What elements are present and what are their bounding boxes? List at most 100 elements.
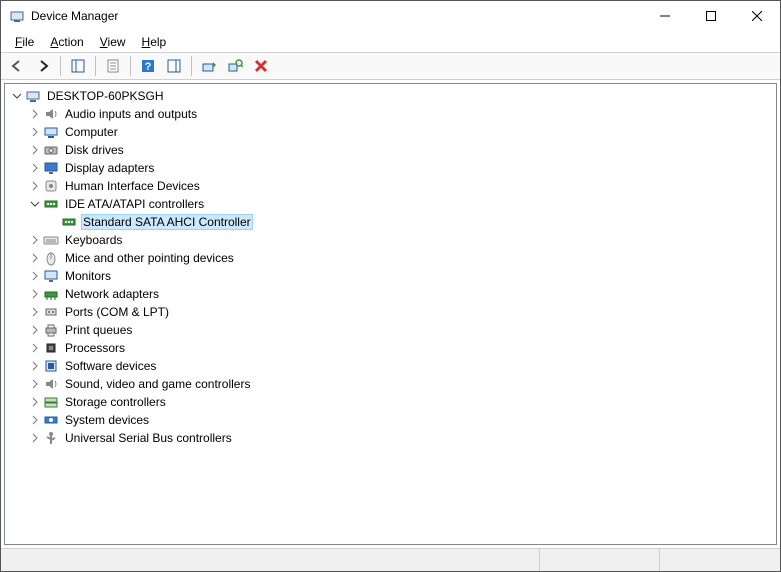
tree-node[interactable]: Software devices: [5, 357, 776, 375]
tree-expand-icon[interactable]: [27, 106, 43, 122]
computer-icon: [25, 88, 41, 104]
mouse-icon: [43, 250, 59, 266]
close-button[interactable]: [734, 1, 780, 31]
tree-expand-icon[interactable]: [27, 268, 43, 284]
tree-node[interactable]: Monitors: [5, 267, 776, 285]
toolbar: ?: [1, 52, 780, 80]
tree-node[interactable]: Storage controllers: [5, 393, 776, 411]
tree-collapse-icon[interactable]: [9, 88, 25, 104]
cpu-icon: [43, 340, 59, 356]
tree-node[interactable]: Keyboards: [5, 231, 776, 249]
network-icon: [43, 286, 59, 302]
tree-expand-icon[interactable]: [27, 160, 43, 176]
toolbar-forward-button[interactable]: [31, 54, 55, 78]
tree-expand-icon[interactable]: [27, 340, 43, 356]
tree-node-label: Human Interface Devices: [63, 179, 202, 193]
usb-icon: [43, 430, 59, 446]
tree-node[interactable]: System devices: [5, 411, 776, 429]
tree-expand-icon[interactable]: [27, 376, 43, 392]
tree-expand-icon[interactable]: [27, 304, 43, 320]
tree-node[interactable]: IDE ATA/ATAPI controllers: [5, 195, 776, 213]
tree-node-label: Disk drives: [63, 143, 126, 157]
tree-node-label: Software devices: [63, 359, 158, 373]
tree-node[interactable]: Universal Serial Bus controllers: [5, 429, 776, 447]
monitor-icon: [43, 268, 59, 284]
tree-expand-icon[interactable]: [27, 142, 43, 158]
tree-node-label: Keyboards: [63, 233, 124, 247]
tree-node-label: Sound, video and game controllers: [63, 377, 252, 391]
tree-node-label: System devices: [63, 413, 151, 427]
tree-expand-icon[interactable]: [27, 358, 43, 374]
computer-icon: [43, 124, 59, 140]
tree-node[interactable]: Sound, video and game controllers: [5, 375, 776, 393]
hid-icon: [43, 178, 59, 194]
tree-node-label: Display adapters: [63, 161, 156, 175]
ide-icon: [43, 196, 59, 212]
toolbar-uninstall-button[interactable]: [249, 54, 273, 78]
titlebar: Device Manager: [1, 1, 780, 31]
tree-expand-icon[interactable]: [27, 178, 43, 194]
svg-text:?: ?: [145, 61, 152, 73]
menu-view[interactable]: View: [92, 33, 134, 51]
tree-node[interactable]: Human Interface Devices: [5, 177, 776, 195]
maximize-button[interactable]: [688, 1, 734, 31]
tree-node[interactable]: DESKTOP-60PKSGH: [5, 87, 776, 105]
tree-node[interactable]: Disk drives: [5, 141, 776, 159]
tree-node-label: IDE ATA/ATAPI controllers: [63, 197, 206, 211]
tree-node-label: Ports (COM & LPT): [63, 305, 171, 319]
tree-node[interactable]: Audio inputs and outputs: [5, 105, 776, 123]
tree-expand-icon[interactable]: [27, 322, 43, 338]
tree-node[interactable]: Print queues: [5, 321, 776, 339]
sound-icon: [43, 376, 59, 392]
window-title: Device Manager: [31, 9, 642, 23]
display-icon: [43, 160, 59, 176]
tree-node[interactable]: Ports (COM & LPT): [5, 303, 776, 321]
device-tree[interactable]: DESKTOP-60PKSGH Audio inputs and outputs C…: [4, 83, 777, 545]
menu-help[interactable]: Help: [134, 33, 175, 51]
tree-expand-icon[interactable]: [27, 430, 43, 446]
menu-action[interactable]: Action: [42, 33, 91, 51]
tree-node-label: Audio inputs and outputs: [63, 107, 199, 121]
tree-node-label: Network adapters: [63, 287, 161, 301]
tree-node-label: Universal Serial Bus controllers: [63, 431, 234, 445]
tree-expand-icon[interactable]: [27, 232, 43, 248]
tree-node-label: Computer: [63, 125, 120, 139]
tree-expander-placeholder: [45, 214, 61, 230]
tree-node[interactable]: Display adapters: [5, 159, 776, 177]
toolbar-separator: [130, 56, 131, 76]
toolbar-actionpane-button[interactable]: [162, 54, 186, 78]
tree-collapse-icon[interactable]: [27, 196, 43, 212]
tree-expand-icon[interactable]: [27, 124, 43, 140]
ide-icon: [61, 214, 77, 230]
tree-node[interactable]: Processors: [5, 339, 776, 357]
menu-file[interactable]: File: [7, 33, 42, 51]
tree-node-label: Processors: [63, 341, 127, 355]
printer-icon: [43, 322, 59, 338]
tree-node-label: Monitors: [63, 269, 113, 283]
toolbar-back-button[interactable]: [5, 54, 29, 78]
tree-expand-icon[interactable]: [27, 286, 43, 302]
minimize-button[interactable]: [642, 1, 688, 31]
toolbar-separator: [191, 56, 192, 76]
tree-expand-icon[interactable]: [27, 412, 43, 428]
tree-expand-icon[interactable]: [27, 394, 43, 410]
statusbar-segment: [1, 549, 540, 571]
tree-expand-icon[interactable]: [27, 250, 43, 266]
toolbar-scan-hardware-button[interactable]: [223, 54, 247, 78]
toolbar-tree-button[interactable]: [66, 54, 90, 78]
toolbar-help-button[interactable]: ?: [136, 54, 160, 78]
audio-icon: [43, 106, 59, 122]
tree-node[interactable]: Network adapters: [5, 285, 776, 303]
toolbar-update-driver-button[interactable]: [197, 54, 221, 78]
keyboard-icon: [43, 232, 59, 248]
statusbar-segment: [660, 549, 780, 571]
tree-node[interactable]: Standard SATA AHCI Controller: [5, 213, 776, 231]
tree-node-label: Print queues: [63, 323, 134, 337]
tree-node[interactable]: Computer: [5, 123, 776, 141]
device-manager-icon: [9, 8, 25, 24]
toolbar-properties-button[interactable]: [101, 54, 125, 78]
menubar: File Action View Help: [1, 31, 780, 52]
tree-node[interactable]: Mice and other pointing devices: [5, 249, 776, 267]
tree-node-label: Storage controllers: [63, 395, 168, 409]
system-icon: [43, 412, 59, 428]
